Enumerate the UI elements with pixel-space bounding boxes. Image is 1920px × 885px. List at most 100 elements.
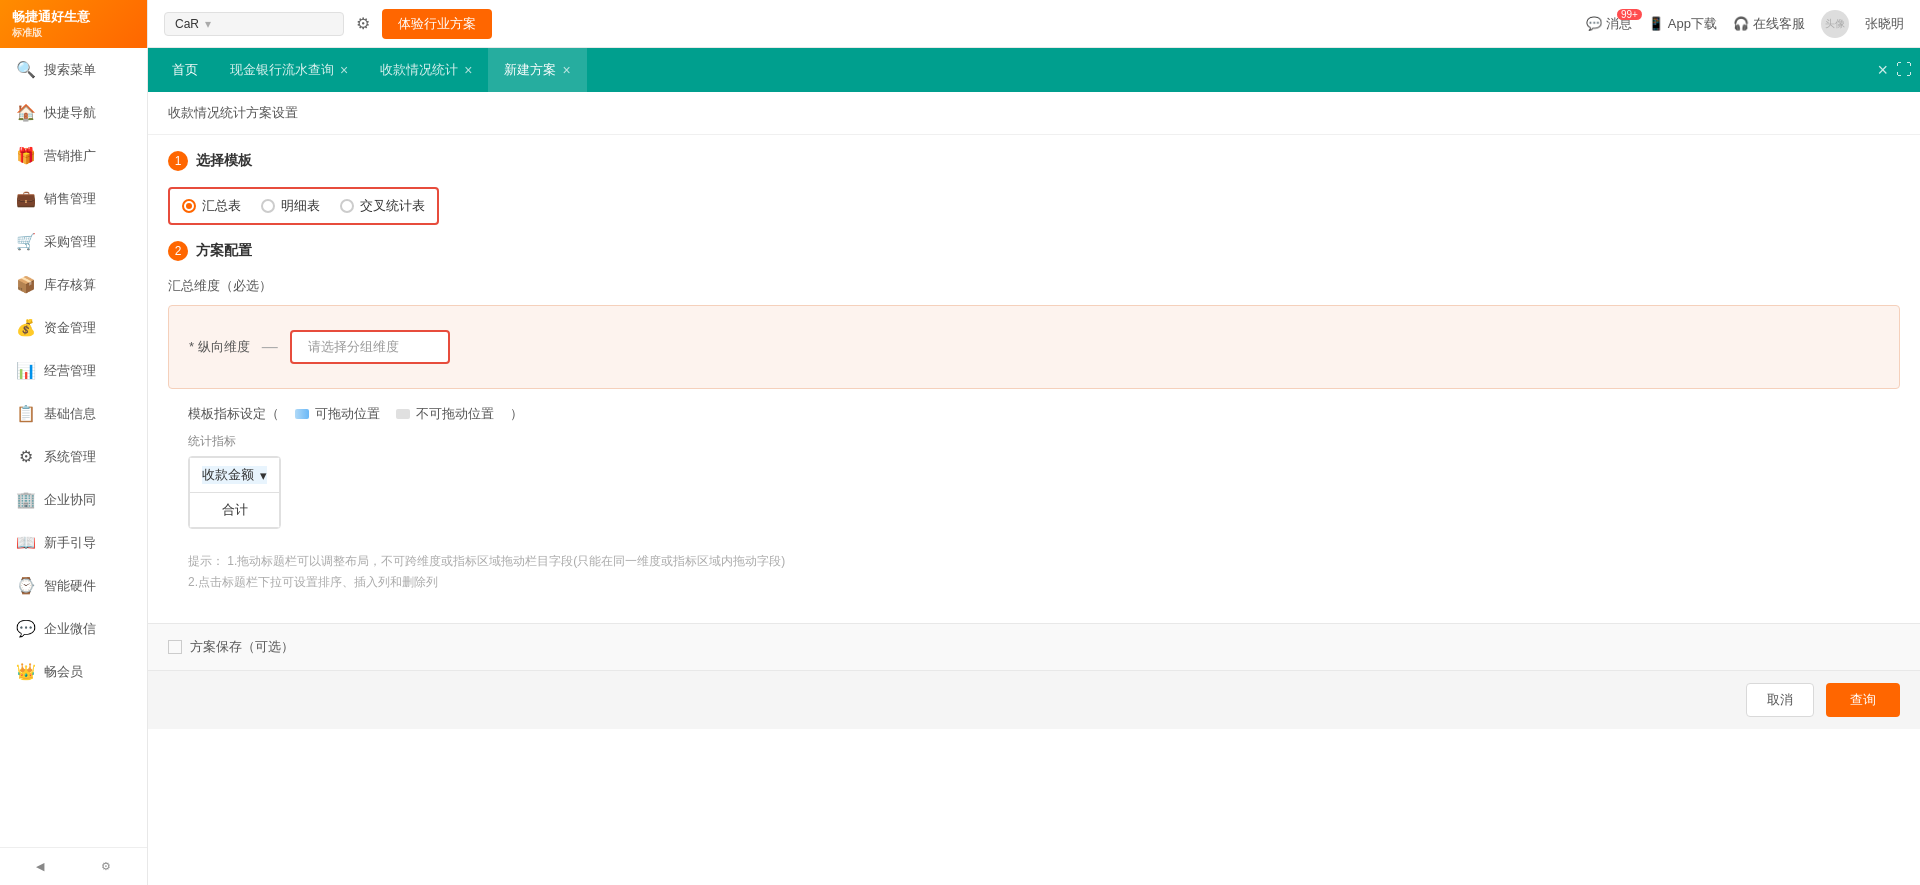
drag-indicator	[295, 409, 309, 419]
main-area: CaR ▾ ⚙ 体验行业方案 💬 消息 99+ 📱 App下载 🎧 在线客服 头…	[148, 0, 1920, 885]
tab-close-all-btn[interactable]: ×	[1877, 60, 1888, 81]
metrics-header: 模板指标设定（ 可拖动位置 不可拖动位置 ）	[188, 405, 1880, 423]
sidebar-item-basic[interactable]: 📋 基础信息	[0, 392, 147, 435]
dimension-area: * 纵向维度 — 请选择分组维度	[168, 305, 1900, 389]
radio-cross[interactable]: 交叉统计表	[340, 197, 425, 215]
sidebar-item-search[interactable]: 🔍 搜索菜单	[0, 48, 147, 91]
nav-tabs: 首页 现金银行流水查询 × 收款情况统计 × 新建方案 × × ⛶	[148, 48, 1920, 92]
bottom-checkbox-area: 方案保存（可选）	[148, 623, 1920, 670]
sidebar-item-operation[interactable]: 📊 经营管理	[0, 349, 147, 392]
sidebar-item-finance[interactable]: 💰 资金管理	[0, 306, 147, 349]
sidebar-bottom: ◀ ⚙	[0, 847, 147, 885]
step1-label: 选择模板	[196, 152, 252, 170]
sidebar-item-label: 营销推广	[44, 147, 96, 165]
download-button[interactable]: 📱 App下载	[1648, 15, 1717, 33]
sidebar-item-label: 销售管理	[44, 190, 96, 208]
search-icon: 🔍	[16, 60, 36, 79]
sidebar-item-member[interactable]: 👑 畅会员	[0, 650, 147, 693]
cancel-button[interactable]: 取消	[1746, 683, 1814, 717]
list-icon: 📋	[16, 404, 36, 423]
search-icon: ▾	[205, 17, 211, 31]
metrics-header-cell: 收款金额 ▾	[190, 458, 280, 493]
dimension-select[interactable]: 请选择分组维度	[290, 330, 450, 364]
arrow-icon: —	[262, 338, 278, 356]
save-label: 方案保存（可选）	[190, 638, 294, 656]
metrics-config-label: 模板指标设定（	[188, 405, 279, 423]
step2-section: 2 方案配置 汇总维度（必选） * 纵向维度 — 请选择分组维度	[148, 241, 1920, 623]
sidebar-item-label: 智能硬件	[44, 577, 96, 595]
dropdown-icon[interactable]: ▾	[260, 468, 267, 483]
search-text: CaR	[175, 17, 199, 31]
radio-detail[interactable]: 明细表	[261, 197, 320, 215]
radio-summary[interactable]: 汇总表	[182, 197, 241, 215]
sidebar-item-inventory[interactable]: 📦 库存核算	[0, 263, 147, 306]
gear-icon: ⚙	[16, 447, 36, 466]
sidebar-item-label: 企业微信	[44, 620, 96, 638]
sidebar-item-label: 资金管理	[44, 319, 96, 337]
sidebar-item-wechat[interactable]: 💬 企业微信	[0, 607, 147, 650]
settings-icon[interactable]: ⚙	[356, 14, 370, 33]
sidebar-item-marketing[interactable]: 🎁 营销推广	[0, 134, 147, 177]
dimension-label-text: 汇总维度（必选）	[168, 278, 272, 293]
dimension-row-label: * 纵向维度	[189, 338, 250, 356]
save-checkbox[interactable]	[168, 640, 182, 654]
metrics-section: 模板指标设定（ 可拖动位置 不可拖动位置 ） 统计指标	[168, 405, 1900, 529]
sidebar-item-quick-nav[interactable]: 🏠 快捷导航	[0, 91, 147, 134]
tab-bank-flow[interactable]: 现金银行流水查询 ×	[214, 48, 364, 92]
sidebar-item-purchase[interactable]: 🛒 采购管理	[0, 220, 147, 263]
query-button[interactable]: 查询	[1826, 683, 1900, 717]
tip2: 2.点击标题栏下拉可设置排序、插入列和删除列	[188, 574, 1880, 591]
page-title: 收款情况统计方案设置	[168, 105, 298, 120]
sidebar-item-label: 采购管理	[44, 233, 96, 251]
sidebar-item-label: 企业协同	[44, 491, 96, 509]
crown-icon: 👑	[16, 662, 36, 681]
tab-label: 现金银行流水查询	[230, 61, 334, 79]
header-cell-label: 收款金额	[202, 466, 254, 484]
watch-icon: ⌚	[16, 576, 36, 595]
sidebar-item-label: 新手引导	[44, 534, 96, 552]
sidebar-settings-btn[interactable]: ⚙	[97, 856, 115, 877]
sidebar-item-system[interactable]: ⚙ 系统管理	[0, 435, 147, 478]
metrics-config-end: ）	[510, 405, 523, 423]
tab-close-icon[interactable]: ×	[340, 62, 348, 78]
message-button[interactable]: 💬 消息 99+	[1586, 15, 1632, 33]
dimension-row: * 纵向维度 — 请选择分组维度	[189, 330, 1879, 364]
cart-icon: 🛒	[16, 232, 36, 251]
header-search-box[interactable]: CaR ▾	[164, 12, 344, 36]
sidebar-item-hardware[interactable]: ⌚ 智能硬件	[0, 564, 147, 607]
step2-num: 2	[168, 241, 188, 261]
sidebar-item-label: 经营管理	[44, 362, 96, 380]
metrics-table: 收款金额 ▾ 合计	[188, 456, 281, 529]
chart-icon: 📊	[16, 361, 36, 380]
tab-close-icon[interactable]: ×	[562, 62, 570, 78]
template-options: 汇总表 明细表 交叉统计表	[168, 187, 439, 225]
sidebar-item-label: 畅会员	[44, 663, 83, 681]
draggable-legend: 可拖动位置	[295, 405, 380, 423]
dimension-sub-section: 汇总维度（必选） * 纵向维度 — 请选择分组维度	[168, 277, 1900, 389]
trial-button[interactable]: 体验行业方案	[382, 9, 492, 39]
avatar-placeholder: 头像	[1825, 17, 1845, 31]
radio-circle-detail	[261, 199, 275, 213]
sidebar-item-sales[interactable]: 💼 销售管理	[0, 177, 147, 220]
service-button[interactable]: 🎧 在线客服	[1733, 15, 1805, 33]
sidebar-item-corp[interactable]: 🏢 企业协同	[0, 478, 147, 521]
user-avatar[interactable]: 头像	[1821, 10, 1849, 38]
page-header: 收款情况统计方案设置	[148, 92, 1920, 135]
radio-circle-cross	[340, 199, 354, 213]
tab-close-icon[interactable]: ×	[464, 62, 472, 78]
username-display: 张晓明	[1865, 15, 1904, 33]
sidebar-item-guide[interactable]: 📖 新手引导	[0, 521, 147, 564]
non-drag-label: 不可拖动位置	[416, 405, 494, 423]
headset-icon: 🎧	[1733, 16, 1749, 31]
tips-section: 提示： 1.拖动标题栏可以调整布局，不可跨维度或指标区域拖动栏目字段(只能在同一…	[168, 541, 1900, 607]
step1-num: 1	[168, 151, 188, 171]
sidebar: 畅捷通好生意 标准版 🔍 搜索菜单 🏠 快捷导航 🎁 营销推广 💼 销售管理 🛒…	[0, 0, 148, 885]
tab-home[interactable]: 首页	[156, 48, 214, 92]
sidebar-item-label: 快捷导航	[44, 104, 96, 122]
sidebar-collapse-btn[interactable]: ◀	[32, 856, 48, 877]
tab-collection-stats[interactable]: 收款情况统计 ×	[364, 48, 488, 92]
tab-new-plan[interactable]: 新建方案 ×	[488, 48, 586, 92]
chat-icon: 💬	[16, 619, 36, 638]
footer-buttons: 取消 查询	[148, 670, 1920, 729]
tab-expand-btn[interactable]: ⛶	[1896, 61, 1912, 79]
